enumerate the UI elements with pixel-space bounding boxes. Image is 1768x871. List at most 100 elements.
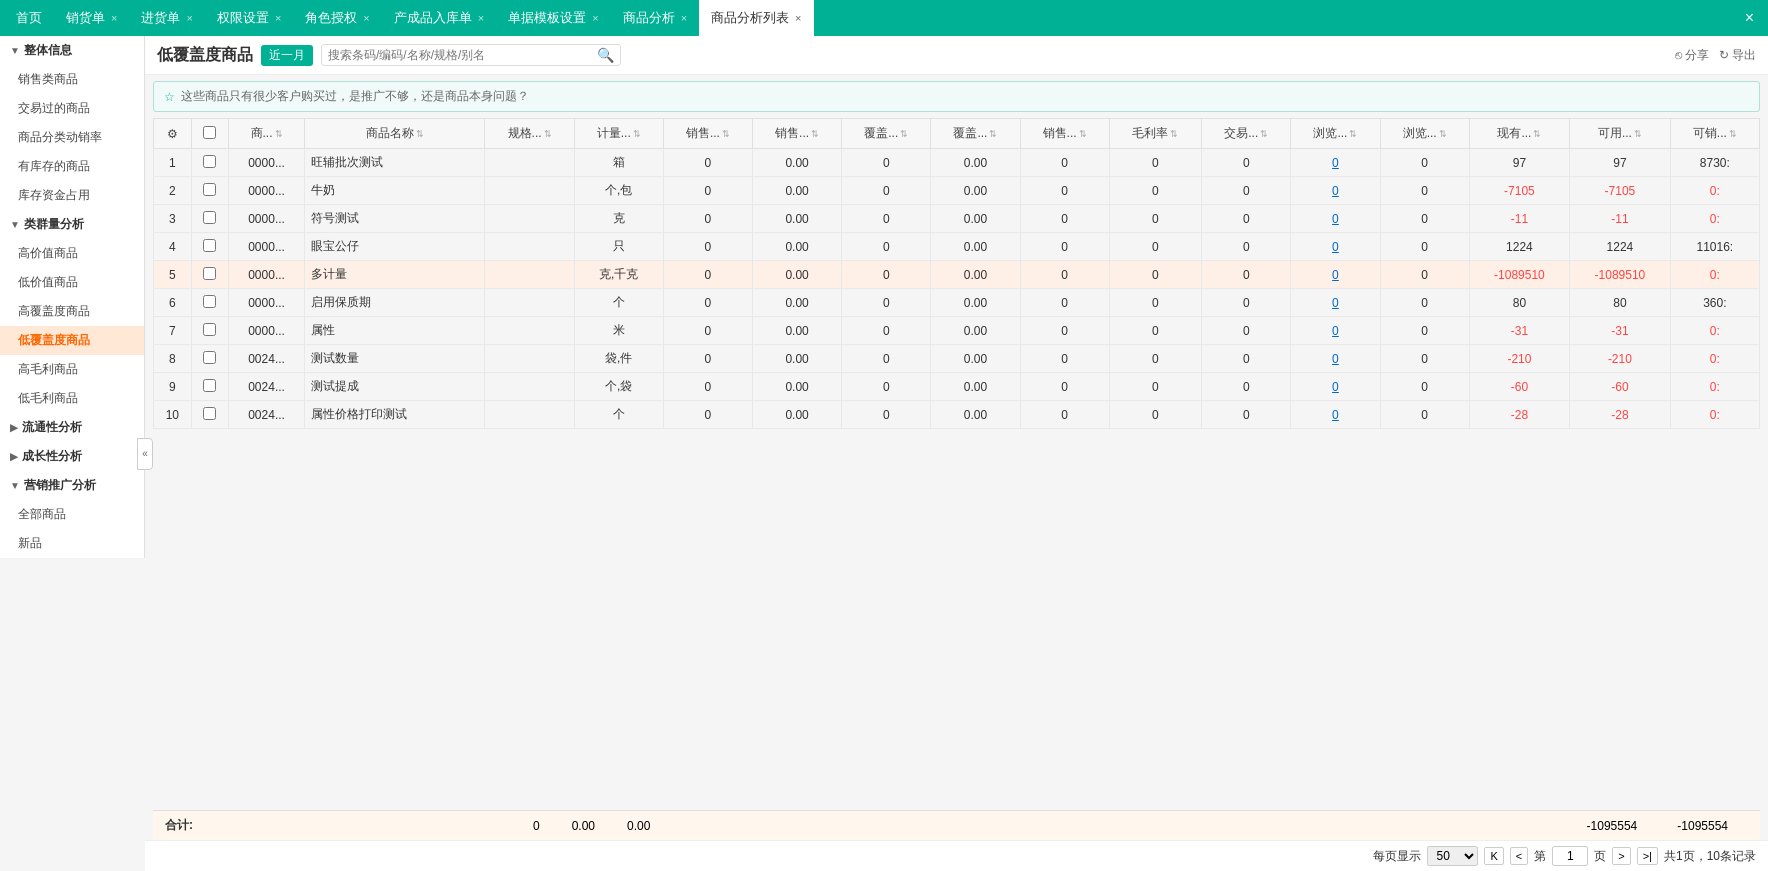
browse-link[interactable]: 0 <box>1332 408 1339 422</box>
row-browse1[interactable]: 0 <box>1291 373 1380 401</box>
row-checkbox[interactable] <box>191 401 228 429</box>
last-page-button[interactable]: >| <box>1637 847 1658 865</box>
row-name[interactable]: 眼宝公仔 <box>305 233 485 261</box>
col-browse1[interactable]: 浏览...⇅ <box>1291 119 1380 149</box>
nav-close-sales[interactable]: × <box>111 12 117 24</box>
nav-goods-analysis-list[interactable]: 商品分析列表 × <box>699 0 813 36</box>
nav-role[interactable]: 角色授权 × <box>293 0 381 36</box>
col-unit[interactable]: 计量...⇅ <box>574 119 663 149</box>
row-checkbox[interactable] <box>191 261 228 289</box>
export-button[interactable]: ↻ 导出 <box>1719 47 1756 64</box>
row-browse1[interactable]: 0 <box>1291 317 1380 345</box>
row-name[interactable]: 旺辅批次测试 <box>305 149 485 177</box>
sidebar-item-category-sales-rate[interactable]: 商品分类动销率 <box>0 123 144 152</box>
browse-link[interactable]: 0 <box>1332 156 1339 170</box>
browse-link[interactable]: 0 <box>1332 240 1339 254</box>
row-name[interactable]: 测试数量 <box>305 345 485 373</box>
sidebar-group-growth[interactable]: ▶ 成长性分析 <box>0 442 144 471</box>
sidebar-item-all-goods[interactable]: 全部商品 <box>0 500 144 529</box>
row-select[interactable] <box>203 155 216 168</box>
nav-close-role[interactable]: × <box>363 12 369 24</box>
row-select[interactable] <box>203 323 216 336</box>
browse-link[interactable]: 0 <box>1332 380 1339 394</box>
nav-close-template[interactable]: × <box>592 12 598 24</box>
sidebar-item-high-coverage[interactable]: 高覆盖度商品 <box>0 297 144 326</box>
row-checkbox[interactable] <box>191 205 228 233</box>
data-table-wrap[interactable]: ⚙ 商...⇅ 商品名称⇅ 规格...⇅ 计量...⇅ 销售...⇅ 销售...… <box>153 118 1760 810</box>
row-browse1[interactable]: 0 <box>1291 401 1380 429</box>
row-browse1[interactable]: 0 <box>1291 149 1380 177</box>
sidebar-group-marketing[interactable]: ▼ 营销推广分析 <box>0 471 144 500</box>
sidebar-item-capital[interactable]: 库存资金占用 <box>0 181 144 210</box>
row-name[interactable]: 属性价格打印测试 <box>305 401 485 429</box>
next-page-button[interactable]: > <box>1612 847 1630 865</box>
browse-link[interactable]: 0 <box>1332 212 1339 226</box>
row-name[interactable]: 属性 <box>305 317 485 345</box>
col-code[interactable]: 商...⇅ <box>228 119 305 149</box>
row-select[interactable] <box>203 351 216 364</box>
nav-template[interactable]: 单据模板设置 × <box>496 0 610 36</box>
share-button[interactable]: ⎋ 分享 <box>1675 47 1709 64</box>
row-select[interactable] <box>203 407 216 420</box>
row-browse1[interactable]: 0 <box>1291 205 1380 233</box>
select-all-checkbox[interactable] <box>203 126 216 139</box>
row-browse1[interactable]: 0 <box>1291 289 1380 317</box>
row-name[interactable]: 多计量 <box>305 261 485 289</box>
row-checkbox[interactable] <box>191 233 228 261</box>
col-sales-qty[interactable]: 销售...⇅ <box>663 119 752 149</box>
col-transaction[interactable]: 交易...⇅ <box>1202 119 1291 149</box>
col-sellable[interactable]: 可销...⇅ <box>1670 119 1759 149</box>
search-icon[interactable]: 🔍 <box>597 47 614 63</box>
sidebar-item-low-coverage[interactable]: 低覆盖度商品 <box>0 326 144 355</box>
sidebar-item-high-value[interactable]: 高价值商品 <box>0 239 144 268</box>
browse-link[interactable]: 0 <box>1332 268 1339 282</box>
row-select[interactable] <box>203 267 216 280</box>
col-current[interactable]: 现有...⇅ <box>1469 119 1569 149</box>
col-checkbox[interactable] <box>191 119 228 149</box>
col-coverage2[interactable]: 覆盖...⇅ <box>931 119 1020 149</box>
sidebar-item-low-value[interactable]: 低价值商品 <box>0 268 144 297</box>
row-checkbox[interactable] <box>191 373 228 401</box>
sidebar-collapse-button[interactable]: « <box>137 438 153 470</box>
row-browse1[interactable]: 0 <box>1291 233 1380 261</box>
row-name[interactable]: 启用保质期 <box>305 289 485 317</box>
row-name[interactable]: 符号测试 <box>305 205 485 233</box>
close-all-button[interactable]: × <box>1735 0 1764 36</box>
row-name[interactable]: 牛奶 <box>305 177 485 205</box>
col-browse2[interactable]: 浏览...⇅ <box>1380 119 1469 149</box>
search-input[interactable] <box>328 48 597 62</box>
nav-permission[interactable]: 权限设置 × <box>205 0 293 36</box>
browse-link[interactable]: 0 <box>1332 184 1339 198</box>
row-browse1[interactable]: 0 <box>1291 261 1380 289</box>
row-name[interactable]: 测试提成 <box>305 373 485 401</box>
page-size-select[interactable]: 20 50 100 <box>1427 846 1478 866</box>
sidebar-item-sales-goods[interactable]: 销售类商品 <box>0 65 144 94</box>
row-checkbox[interactable] <box>191 149 228 177</box>
nav-product-inbound[interactable]: 产成品入库单 × <box>382 0 496 36</box>
nav-close-goods-analysis-list[interactable]: × <box>795 12 801 24</box>
nav-close-permission[interactable]: × <box>275 12 281 24</box>
browse-link[interactable]: 0 <box>1332 352 1339 366</box>
row-select[interactable] <box>203 211 216 224</box>
col-spec[interactable]: 规格...⇅ <box>485 119 574 149</box>
sidebar-group-overall[interactable]: ▼ 整体信息 <box>0 36 144 65</box>
date-filter-button[interactable]: 近一月 <box>261 45 313 66</box>
browse-link[interactable]: 0 <box>1332 324 1339 338</box>
row-browse1[interactable]: 0 <box>1291 177 1380 205</box>
sidebar-group-cluster[interactable]: ▼ 类群量分析 <box>0 210 144 239</box>
sidebar-item-traded-goods[interactable]: 交易过的商品 <box>0 94 144 123</box>
browse-link[interactable]: 0 <box>1332 296 1339 310</box>
nav-goods-analysis[interactable]: 商品分析 × <box>611 0 699 36</box>
sidebar-item-new-goods[interactable]: 新品 <box>0 529 144 558</box>
first-page-button[interactable]: K <box>1484 847 1503 865</box>
nav-close-goods-analysis[interactable]: × <box>681 12 687 24</box>
col-sales-amt[interactable]: 销售...⇅ <box>753 119 842 149</box>
nav-home[interactable]: 首页 <box>4 0 54 36</box>
row-browse1[interactable]: 0 <box>1291 345 1380 373</box>
row-checkbox[interactable] <box>191 317 228 345</box>
col-name[interactable]: 商品名称⇅ <box>305 119 485 149</box>
row-checkbox[interactable] <box>191 345 228 373</box>
nav-close-product-inbound[interactable]: × <box>478 12 484 24</box>
row-select[interactable] <box>203 239 216 252</box>
sidebar-item-in-stock[interactable]: 有库存的商品 <box>0 152 144 181</box>
